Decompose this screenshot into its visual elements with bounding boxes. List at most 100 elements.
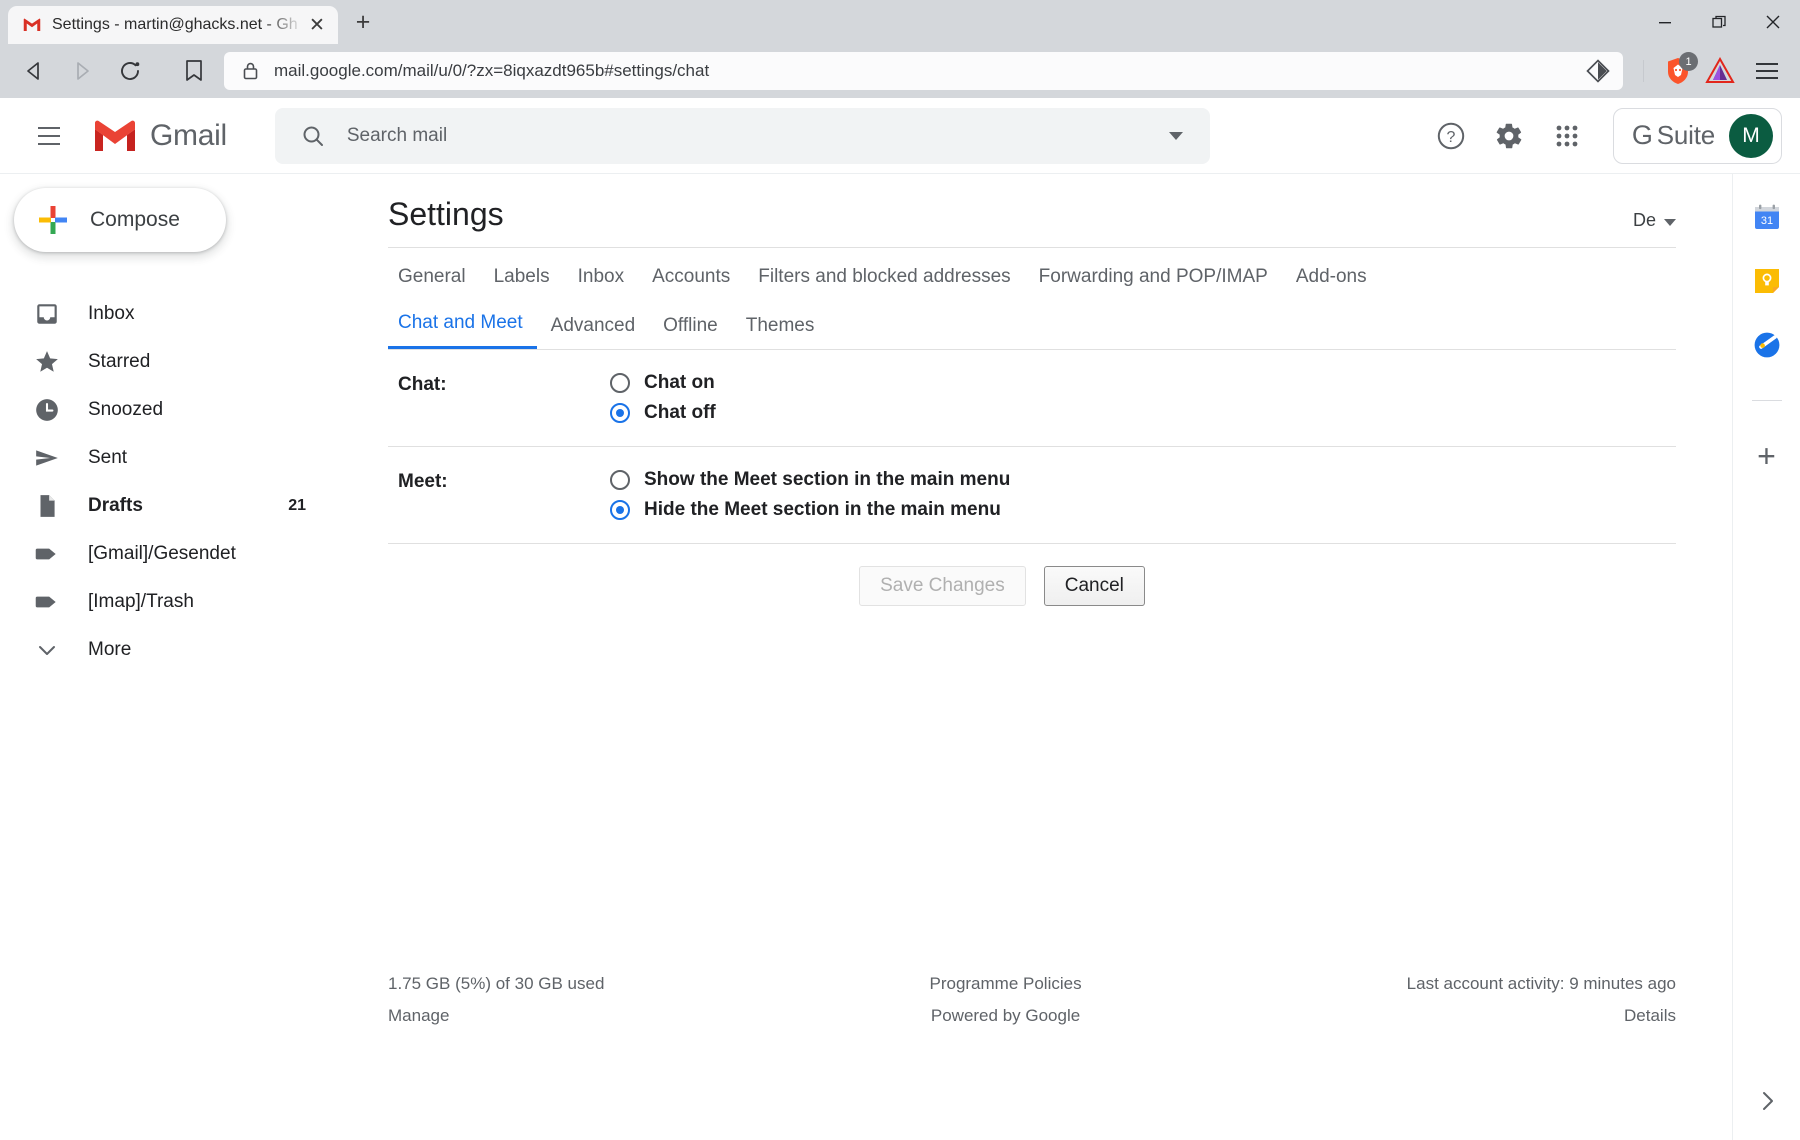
gmail-logo[interactable]: Gmail bbox=[92, 118, 227, 154]
sidebar-item-label: Drafts bbox=[88, 495, 143, 516]
bookmark-icon[interactable] bbox=[174, 51, 214, 91]
footer-storage-column: 1.75 GB (5%) of 30 GB used Manage bbox=[388, 974, 604, 1026]
sidebar-item-inbox[interactable]: Inbox bbox=[0, 290, 332, 338]
expand-panel-chevron-right-icon[interactable] bbox=[1750, 1084, 1784, 1118]
save-changes-button[interactable]: Save Changes bbox=[859, 566, 1026, 606]
compose-button[interactable]: Compose bbox=[14, 188, 226, 252]
language-selector[interactable]: De bbox=[1633, 196, 1676, 231]
manage-storage-link[interactable]: Manage bbox=[388, 1006, 449, 1026]
brave-shields-lion-icon[interactable]: 1 bbox=[1660, 52, 1698, 89]
sidebar-item-label: Sent bbox=[88, 447, 128, 468]
gsuite-account-chip[interactable]: G Suite M bbox=[1612, 107, 1782, 164]
sidebar-item-drafts[interactable]: Drafts 21 bbox=[0, 482, 332, 530]
setting-row-meet: Meet: Show the Meet section in the main … bbox=[388, 447, 1676, 544]
browser-toolbar: mail.google.com/mail/u/0/?zx=8iqxazdt965… bbox=[0, 44, 1800, 98]
setting-label-chat: Chat: bbox=[398, 374, 447, 395]
google-calendar-icon[interactable]: 31 bbox=[1750, 200, 1784, 234]
settings-main: Settings De General Labels Inbox Account… bbox=[332, 174, 1732, 1140]
gsuite-g-letter: G bbox=[1631, 120, 1653, 150]
window-minimize-button[interactable] bbox=[1638, 0, 1692, 44]
programme-policies-link[interactable]: Programme Policies bbox=[929, 974, 1081, 994]
sidebar-item-label: [Imap]/Trash bbox=[88, 591, 194, 612]
address-bar[interactable]: mail.google.com/mail/u/0/?zx=8iqxazdt965… bbox=[224, 52, 1623, 90]
radio-show-meet-section[interactable]: Show the Meet section in the main menu bbox=[610, 469, 1010, 491]
menu-line bbox=[1756, 77, 1778, 79]
setting-row-chat: Chat: Chat on Chat off bbox=[388, 350, 1676, 447]
star-icon bbox=[30, 345, 64, 379]
radio-indicator[interactable] bbox=[610, 470, 630, 490]
brave-rewards-triangle-icon[interactable] bbox=[1702, 53, 1738, 89]
sidebar-item-sent[interactable]: Sent bbox=[0, 434, 332, 482]
tab-advanced[interactable]: Advanced bbox=[537, 305, 650, 349]
settings-action-buttons: Save Changes Cancel bbox=[388, 544, 1616, 606]
draft-page-icon bbox=[30, 489, 64, 523]
radio-hide-meet-section[interactable]: Hide the Meet section in the main menu bbox=[610, 499, 1010, 521]
tab-inbox[interactable]: Inbox bbox=[564, 256, 638, 300]
add-app-plus-icon[interactable]: + bbox=[1750, 439, 1784, 473]
window-restore-button[interactable] bbox=[1692, 0, 1746, 44]
search-bar[interactable] bbox=[274, 107, 1210, 164]
search-input[interactable] bbox=[332, 123, 1156, 148]
window-close-button[interactable] bbox=[1746, 0, 1800, 44]
apps-grid-icon[interactable] bbox=[1541, 110, 1593, 162]
side-apps-rail: 31 + bbox=[1732, 174, 1800, 1140]
menu-line bbox=[38, 142, 60, 145]
google-tasks-icon[interactable] bbox=[1750, 328, 1784, 362]
tab-accounts[interactable]: Accounts bbox=[638, 256, 744, 300]
new-tab-button[interactable]: + bbox=[344, 6, 382, 44]
address-bar-url: mail.google.com/mail/u/0/?zx=8iqxazdt965… bbox=[274, 61, 710, 80]
sidebar-item-imap-trash[interactable]: [Imap]/Trash bbox=[0, 578, 332, 626]
radio-indicator[interactable] bbox=[610, 500, 630, 520]
tab-labels[interactable]: Labels bbox=[480, 256, 564, 300]
meet-radio-group: Show the Meet section in the main menu H… bbox=[610, 469, 1010, 521]
tab-filters-and-blocked-addresses[interactable]: Filters and blocked addresses bbox=[744, 256, 1024, 300]
gsuite-label: G Suite bbox=[1632, 120, 1715, 151]
sidebar-item-label: Inbox bbox=[88, 303, 135, 324]
send-icon bbox=[30, 441, 64, 475]
settings-tabs-row-2: Chat and Meet Advanced Offline Themes bbox=[388, 300, 1676, 350]
sidebar-item-starred[interactable]: Starred bbox=[0, 338, 332, 386]
tab-general[interactable]: General bbox=[388, 256, 480, 300]
browser-tab[interactable]: Settings - martin@ghacks.net - Gh ✕ bbox=[8, 6, 338, 44]
sidebar-item-label: Starred bbox=[88, 351, 151, 372]
sidebar-item-snoozed[interactable]: Snoozed bbox=[0, 386, 332, 434]
radio-indicator[interactable] bbox=[610, 403, 630, 423]
sidebar-item-more[interactable]: More bbox=[0, 626, 332, 674]
back-arrow-icon[interactable] bbox=[14, 51, 54, 91]
help-circle-icon[interactable]: ? bbox=[1425, 110, 1477, 162]
brave-sync-icon[interactable] bbox=[1583, 56, 1613, 86]
avatar[interactable]: M bbox=[1729, 113, 1773, 158]
tab-offline[interactable]: Offline bbox=[649, 305, 732, 349]
menu-line bbox=[38, 126, 60, 129]
sidebar-item-gmail-gesendet[interactable]: [Gmail]/Gesendet bbox=[0, 530, 332, 578]
window-controls bbox=[1638, 0, 1800, 44]
browser-menu-button[interactable] bbox=[1748, 52, 1786, 90]
reload-icon[interactable] bbox=[110, 51, 150, 91]
search-options-chevron-down-icon[interactable] bbox=[1156, 116, 1196, 156]
google-keep-icon[interactable] bbox=[1750, 264, 1784, 298]
radio-chat-on[interactable]: Chat on bbox=[610, 372, 716, 394]
footer-policy-column: Programme Policies Powered by Google bbox=[929, 974, 1081, 1026]
radio-indicator[interactable] bbox=[610, 373, 630, 393]
main-menu-toggle-button[interactable] bbox=[22, 109, 76, 163]
tab-add-ons[interactable]: Add-ons bbox=[1282, 256, 1381, 300]
inbox-icon bbox=[30, 297, 64, 331]
gmail-favicon-icon bbox=[22, 15, 42, 35]
tab-themes[interactable]: Themes bbox=[732, 305, 829, 349]
label-tag-icon bbox=[30, 585, 64, 619]
forward-arrow-icon[interactable] bbox=[62, 51, 102, 91]
gear-icon[interactable] bbox=[1483, 110, 1535, 162]
brave-shields-badge: 1 bbox=[1679, 52, 1698, 71]
radio-chat-off[interactable]: Chat off bbox=[610, 402, 716, 424]
svg-text:31: 31 bbox=[1760, 215, 1772, 227]
chevron-down-icon bbox=[30, 633, 64, 667]
tab-chat-and-meet[interactable]: Chat and Meet bbox=[388, 302, 537, 349]
browser-tab-close-icon[interactable]: ✕ bbox=[304, 12, 330, 38]
tab-forwarding-and-pop-imap[interactable]: Forwarding and POP/IMAP bbox=[1025, 256, 1282, 300]
cancel-button[interactable]: Cancel bbox=[1043, 566, 1145, 606]
activity-details-link[interactable]: Details bbox=[1624, 1006, 1676, 1026]
compose-label: Compose bbox=[90, 208, 180, 231]
gmail-page: Gmail ? bbox=[0, 98, 1800, 1140]
menu-line bbox=[1756, 63, 1778, 65]
last-account-activity-text: Last account activity: 9 minutes ago bbox=[1406, 974, 1676, 993]
